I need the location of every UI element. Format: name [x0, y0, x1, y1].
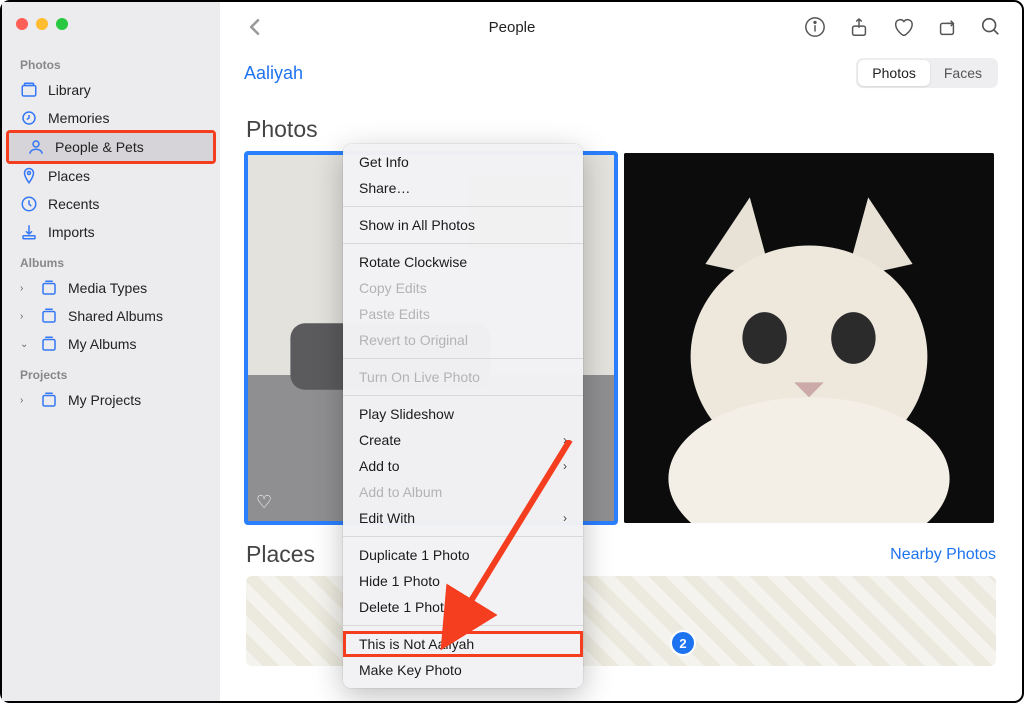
sidebar-section-albums: Albums [2, 252, 220, 274]
menu-paste-edits: Paste Edits [343, 301, 583, 327]
imports-icon [20, 223, 38, 241]
info-button[interactable] [804, 16, 826, 38]
library-icon [20, 81, 38, 99]
album-icon [40, 307, 58, 325]
sidebar-item-label: Media Types [68, 280, 147, 296]
menu-hide[interactable]: Hide 1 Photo [343, 568, 583, 594]
menu-get-info[interactable]: Get Info [343, 149, 583, 175]
seg-faces[interactable]: Faces [930, 60, 996, 86]
sidebar-item-places[interactable]: Places [2, 162, 220, 190]
sidebar-item-label: Places [48, 168, 90, 184]
menu-play-slideshow[interactable]: Play Slideshow [343, 401, 583, 427]
sidebar-section-photos: Photos [2, 54, 220, 76]
sidebar-item-label: My Projects [68, 392, 141, 408]
memories-icon [20, 109, 38, 127]
map-pin[interactable]: 2 [670, 630, 696, 656]
album-icon [40, 335, 58, 353]
chevron-right-icon: › [563, 459, 567, 473]
sidebar-item-memories[interactable]: Memories [2, 104, 220, 132]
menu-edit-with[interactable]: Edit With› [343, 505, 583, 531]
sidebar-item-label: Shared Albums [68, 308, 163, 324]
sidebar-item-people-pets[interactable]: People & Pets [9, 133, 213, 161]
chevron-right-icon: › [563, 433, 567, 447]
sidebar-item-label: My Albums [68, 336, 136, 352]
menu-create[interactable]: Create› [343, 427, 583, 453]
chevron-right-icon: › [20, 283, 30, 294]
favorite-button[interactable] [892, 16, 914, 38]
share-button[interactable] [848, 16, 870, 38]
subheader: Aaliyah Photos Faces [220, 52, 1022, 96]
minimize-window-button[interactable] [36, 18, 48, 30]
sidebar-item-my-albums[interactable]: ⌄ My Albums [2, 330, 220, 358]
sidebar-item-label: People & Pets [55, 139, 144, 155]
seg-photos[interactable]: Photos [858, 60, 930, 86]
person-name-link[interactable]: Aaliyah [244, 63, 303, 84]
menu-turn-on-live-photo: Turn On Live Photo [343, 364, 583, 390]
toolbar-title: People [489, 19, 536, 36]
sidebar: Photos Library Memories People & Pets Pl… [2, 2, 220, 701]
sidebar-item-media-types[interactable]: › Media Types [2, 274, 220, 302]
menu-show-in-all-photos[interactable]: Show in All Photos [343, 212, 583, 238]
menu-add-to-album: Add to Album [343, 479, 583, 505]
menu-this-is-not-person[interactable]: This is Not Aaliyah [343, 631, 583, 657]
back-button[interactable] [248, 17, 262, 37]
sidebar-item-label: Library [48, 82, 91, 98]
favorite-icon: ♡ [256, 492, 272, 513]
chevron-right-icon: › [20, 311, 30, 322]
sidebar-item-imports[interactable]: Imports [2, 218, 220, 246]
view-segmented-control: Photos Faces [856, 58, 998, 88]
sidebar-item-label: Imports [48, 224, 95, 240]
menu-delete[interactable]: Delete 1 Photo [343, 594, 583, 620]
nearby-photos-link[interactable]: Nearby Photos [890, 546, 996, 564]
menu-share[interactable]: Share… [343, 175, 583, 201]
places-icon [20, 167, 38, 185]
chevron-right-icon: › [563, 511, 567, 525]
window-controls [2, 12, 220, 48]
search-button[interactable] [980, 16, 1002, 38]
sidebar-item-label: Memories [48, 110, 109, 126]
recents-icon [20, 195, 38, 213]
sidebar-item-label: Recents [48, 196, 99, 212]
menu-copy-edits: Copy Edits [343, 275, 583, 301]
people-icon [27, 138, 45, 156]
menu-rotate-clockwise[interactable]: Rotate Clockwise [343, 249, 583, 275]
sidebar-item-recents[interactable]: Recents [2, 190, 220, 218]
section-title-places: Places [246, 541, 315, 568]
sidebar-section-projects: Projects [2, 364, 220, 386]
sidebar-item-my-projects[interactable]: › My Projects [2, 386, 220, 414]
menu-add-to[interactable]: Add to› [343, 453, 583, 479]
main-content: People Aaliyah Photos Faces Photos ♡ [220, 2, 1022, 701]
menu-revert-original: Revert to Original [343, 327, 583, 353]
sidebar-item-library[interactable]: Library [2, 76, 220, 104]
menu-make-key-photo[interactable]: Make Key Photo [343, 657, 583, 683]
toolbar: People [220, 2, 1022, 52]
chevron-down-icon: ⌄ [20, 339, 30, 350]
album-icon [40, 279, 58, 297]
section-title-photos: Photos [246, 116, 996, 143]
photo-thumbnail[interactable] [624, 153, 994, 523]
zoom-window-button[interactable] [56, 18, 68, 30]
close-window-button[interactable] [16, 18, 28, 30]
menu-duplicate[interactable]: Duplicate 1 Photo [343, 542, 583, 568]
chevron-right-icon: › [20, 395, 30, 406]
rotate-button[interactable] [936, 16, 958, 38]
context-menu: Get Info Share… Show in All Photos Rotat… [343, 144, 583, 688]
album-icon [40, 391, 58, 409]
sidebar-item-shared-albums[interactable]: › Shared Albums [2, 302, 220, 330]
